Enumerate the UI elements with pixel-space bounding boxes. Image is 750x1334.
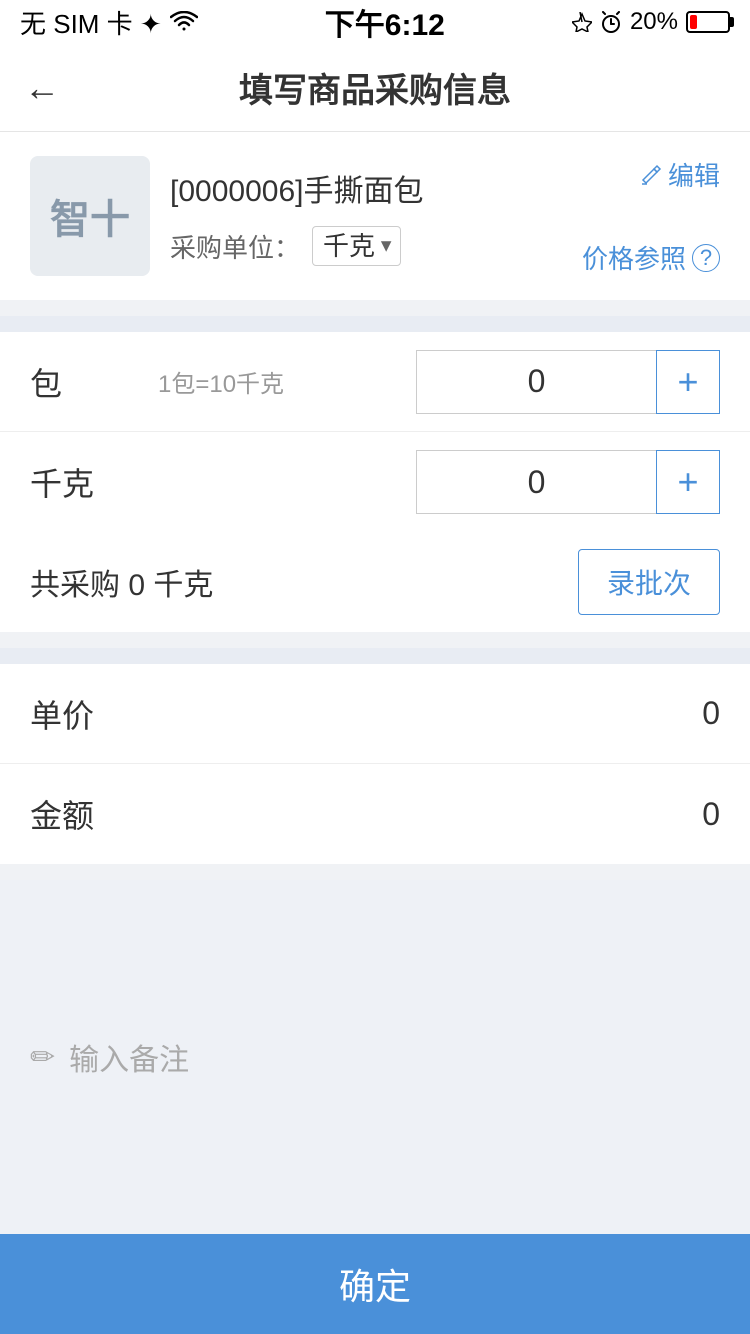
product-logo: 智十 [50, 187, 130, 245]
edit-button[interactable]: 编辑 [640, 156, 720, 193]
status-right: 20% [572, 8, 730, 36]
pricing-section: 单价 0 金额 0 [0, 664, 750, 864]
package-label: 包 [30, 359, 150, 405]
unit-price-label: 单价 [30, 691, 702, 737]
product-name: [0000006]手撕面包 [170, 166, 720, 210]
price-ref-label: 价格参照 [582, 239, 686, 276]
remark-icon: ✏ [30, 1040, 55, 1075]
status-time: 下午6:12 [325, 0, 445, 44]
status-left: 无 SIM 卡 ✦ [20, 4, 198, 41]
package-input-right: + [416, 350, 720, 414]
alarm-icon [600, 11, 622, 33]
summary-row: 共采购 0 千克 录批次 [0, 532, 750, 632]
kg-input-right: + [416, 450, 720, 514]
unit-label: 采购单位： [170, 228, 300, 265]
package-qty-input[interactable] [416, 350, 656, 414]
kg-qty-input[interactable] [416, 450, 656, 514]
main-content: 智十 [0000006]手撕面包 采购单位： 千克 编辑 价格参照 [0, 132, 750, 1234]
edit-icon [640, 164, 662, 186]
product-image: 智十 [30, 156, 150, 276]
batch-button[interactable]: 录批次 [578, 549, 720, 615]
package-input-row: 包 1包=10千克 + [0, 332, 750, 432]
battery-percent: 20% [630, 8, 678, 36]
edit-label: 编辑 [668, 156, 720, 193]
page-title: 填写商品采购信息 [239, 63, 511, 112]
price-ref-help: ? [692, 244, 720, 272]
amount-label: 金额 [30, 791, 702, 837]
kg-input-row: 千克 + [0, 432, 750, 532]
kg-label: 千克 [30, 459, 150, 505]
unit-price-value: 0 [702, 695, 720, 732]
remark-placeholder: 输入备注 [69, 1035, 189, 1079]
amount-row: 金额 0 [0, 764, 750, 864]
amount-value: 0 [702, 796, 720, 833]
status-bar: 无 SIM 卡 ✦ 下午6:12 20% [0, 0, 750, 44]
nav-bar: ← 填写商品采购信息 [0, 44, 750, 132]
confirm-button[interactable]: 确定 [0, 1234, 750, 1334]
package-sublabel: 1包=10千克 [158, 364, 416, 399]
location-icon [572, 12, 592, 32]
summary-text: 共采购 0 千克 [30, 560, 578, 604]
input-section: 包 1包=10千克 + 千克 + [0, 332, 750, 532]
remark-section[interactable]: ✏ 输入备注 [0, 880, 750, 1234]
kg-plus-button[interactable]: + [656, 450, 720, 514]
product-card: 智十 [0000006]手撕面包 采购单位： 千克 编辑 价格参照 [0, 132, 750, 300]
unit-price-row: 单价 0 [0, 664, 750, 764]
no-sim-text: 无 SIM 卡 ✦ [20, 4, 162, 41]
package-plus-button[interactable]: + [656, 350, 720, 414]
price-ref-button[interactable]: 价格参照 ? [582, 239, 720, 276]
unit-select-wrapper[interactable]: 千克 [312, 226, 401, 266]
back-button[interactable]: ← [24, 67, 60, 109]
unit-select[interactable]: 千克 [312, 226, 401, 266]
divider-1 [0, 316, 750, 332]
wifi-icon [170, 11, 198, 33]
battery-indicator [686, 11, 730, 33]
divider-2 [0, 648, 750, 664]
